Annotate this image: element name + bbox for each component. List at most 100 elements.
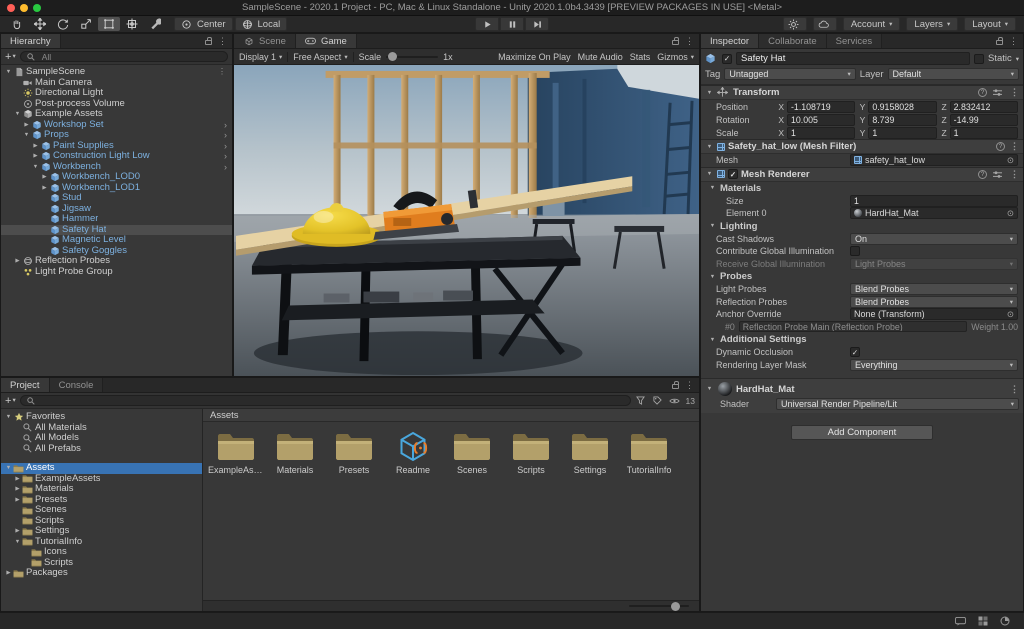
- position-x-field[interactable]: -1.108719: [787, 101, 855, 113]
- foldout-closed-icon[interactable]: ▶: [40, 183, 49, 193]
- foldout-closed-icon[interactable]: ▶: [13, 484, 22, 494]
- search-by-type-icon[interactable]: [635, 396, 646, 406]
- tag-dropdown[interactable]: Untagged▾: [724, 68, 855, 80]
- lock-icon[interactable]: [672, 384, 679, 389]
- lighting-foldout[interactable]: ▼Lighting: [701, 220, 1023, 233]
- tab-project[interactable]: Project: [1, 378, 50, 392]
- mesh-renderer-enabled-checkbox[interactable]: [728, 169, 738, 179]
- object-picker-icon[interactable]: ⊙: [1007, 155, 1014, 166]
- foldout-open-icon[interactable]: ▼: [4, 67, 13, 77]
- dynamic-occlusion-checkbox[interactable]: [850, 347, 860, 357]
- foldout-closed-icon[interactable]: ▶: [40, 172, 49, 182]
- scale-tool-button[interactable]: [75, 17, 97, 31]
- component-menu-icon[interactable]: ⋮: [1010, 141, 1019, 152]
- hierarchy-item-hammer[interactable]: Hammer: [1, 214, 232, 225]
- foldout-closed-icon[interactable]: ▶: [4, 568, 13, 578]
- preview-packages-button[interactable]: [783, 17, 807, 31]
- static-checkbox[interactable]: [974, 54, 984, 64]
- rotation-z-field[interactable]: -14.99: [950, 114, 1018, 126]
- foldout-closed-icon[interactable]: ▶: [31, 141, 40, 151]
- console-message-icon[interactable]: [955, 616, 966, 626]
- project-item-tutorialinfo[interactable]: ▼TutorialInfo: [1, 537, 202, 548]
- hierarchy-item-example-assets[interactable]: ▼Example Assets: [1, 109, 232, 120]
- foldout-open-icon[interactable]: ▼: [13, 537, 22, 547]
- asset-exampleassets[interactable]: ExampleAssets: [207, 430, 265, 475]
- static-flags-dropdown-icon[interactable]: ▾: [1016, 55, 1019, 63]
- position-y-field[interactable]: 0.9158028: [868, 101, 936, 113]
- foldout-closed-icon[interactable]: ▶: [31, 151, 40, 161]
- materials-foldout[interactable]: ▼Materials: [701, 182, 1023, 195]
- help-icon[interactable]: ?: [978, 170, 987, 179]
- open-prefab-chevron-icon[interactable]: ›: [224, 120, 230, 130]
- lock-icon[interactable]: [672, 40, 679, 45]
- scale-y-field[interactable]: 1: [868, 127, 936, 139]
- contribute-gi-checkbox[interactable]: [850, 246, 860, 256]
- hierarchy-item-safety-hat[interactable]: Safety Hat: [1, 225, 232, 236]
- project-item-scripts[interactable]: Scripts: [1, 558, 202, 569]
- hierarchy-item-workbench[interactable]: ▼Workbench›: [1, 162, 232, 173]
- layer-dropdown[interactable]: Default▾: [888, 68, 1019, 80]
- project-search-input[interactable]: [20, 395, 631, 406]
- foldout-closed-icon[interactable]: ▶: [13, 474, 22, 484]
- hierarchy-item-jigsaw[interactable]: Jigsaw: [1, 204, 232, 215]
- asset-materials[interactable]: Materials: [266, 430, 324, 475]
- rendering-layer-mask-dropdown[interactable]: Everything▾: [850, 359, 1018, 371]
- foldout-open-icon[interactable]: ▼: [705, 386, 714, 392]
- asset-settings[interactable]: Settings: [561, 430, 619, 475]
- hierarchy-search-input[interactable]: All: [20, 51, 228, 62]
- transform-tool-button[interactable]: [121, 17, 143, 31]
- project-item-settings[interactable]: ▶Settings: [1, 526, 202, 537]
- hierarchy-item-safety-goggles[interactable]: Safety Goggles: [1, 246, 232, 257]
- tab-collaborate[interactable]: Collaborate: [759, 34, 827, 48]
- mesh-filter-component-header[interactable]: ▼ Safety_hat_low (Mesh Filter) ? ⋮: [701, 139, 1023, 154]
- object-picker-icon[interactable]: ⊙: [1007, 309, 1014, 320]
- hierarchy-item-samplescene[interactable]: ▼SampleScene⋮: [1, 67, 232, 78]
- cast-shadows-dropdown[interactable]: On▾: [850, 233, 1018, 245]
- object-picker-icon[interactable]: ⊙: [1007, 208, 1014, 219]
- rect-tool-button[interactable]: [98, 17, 120, 31]
- foldout-closed-icon[interactable]: ▶: [13, 256, 22, 266]
- presets-icon[interactable]: [992, 169, 1003, 179]
- foldout-open-icon[interactable]: ▼: [13, 109, 22, 119]
- mesh-object-field[interactable]: safety_hat_low ⊙: [850, 154, 1018, 166]
- zoom-window-button[interactable]: [33, 4, 41, 12]
- move-tool-button[interactable]: [29, 17, 51, 31]
- scene-menu-icon[interactable]: ⋮: [218, 67, 230, 77]
- tab-hierarchy[interactable]: Hierarchy: [1, 34, 61, 48]
- rotation-y-field[interactable]: 8.739: [868, 114, 936, 126]
- asset-scenes[interactable]: Scenes: [443, 430, 501, 475]
- project-item-assets[interactable]: ▼Assets: [1, 463, 202, 474]
- pause-button[interactable]: [500, 17, 524, 31]
- hierarchy-item-workbench-lod0[interactable]: ▶Workbench_LOD0: [1, 172, 232, 183]
- help-icon[interactable]: ?: [996, 142, 1005, 151]
- gizmos-dropdown[interactable]: Gizmos▾: [657, 52, 694, 62]
- hierarchy-item-props[interactable]: ▼Props›: [1, 130, 232, 141]
- custom-tool-button[interactable]: [144, 17, 166, 31]
- pan-tool-button[interactable]: [6, 17, 28, 31]
- component-menu-icon[interactable]: ⋮: [1010, 384, 1019, 395]
- foldout-open-icon[interactable]: ▼: [705, 90, 714, 96]
- foldout-closed-icon[interactable]: ▶: [13, 495, 22, 505]
- search-by-label-icon[interactable]: [652, 396, 663, 406]
- zoom-slider-knob[interactable]: [671, 602, 680, 611]
- scale-slider[interactable]: [386, 56, 438, 58]
- open-prefab-chevron-icon[interactable]: ›: [224, 130, 230, 140]
- background-activity-icon[interactable]: [999, 616, 1010, 626]
- project-item-all-materials[interactable]: All Materials: [1, 423, 202, 434]
- minimize-window-button[interactable]: [20, 4, 28, 12]
- collab-cloud-button[interactable]: [813, 17, 837, 31]
- component-menu-icon[interactable]: ⋮: [1010, 169, 1019, 180]
- foldout-open-icon[interactable]: ▼: [31, 162, 40, 172]
- tab-console[interactable]: Console: [50, 378, 104, 392]
- hierarchy-item-light-probe-group[interactable]: Light Probe Group: [1, 267, 232, 278]
- project-item-materials[interactable]: ▶Materials: [1, 484, 202, 495]
- open-prefab-chevron-icon[interactable]: ›: [224, 141, 230, 151]
- rotation-x-field[interactable]: 10.005: [787, 114, 855, 126]
- project-item-presets[interactable]: ▶Presets: [1, 495, 202, 506]
- panel-menu-icon[interactable]: ⋮: [685, 380, 694, 391]
- layers-dropdown[interactable]: Layers▾: [906, 17, 958, 31]
- active-checkbox[interactable]: [722, 54, 732, 64]
- hierarchy-item-workshop-set[interactable]: ▶Workshop Set›: [1, 120, 232, 131]
- open-prefab-chevron-icon[interactable]: ›: [224, 151, 230, 161]
- foldout-open-icon[interactable]: ▼: [4, 412, 13, 422]
